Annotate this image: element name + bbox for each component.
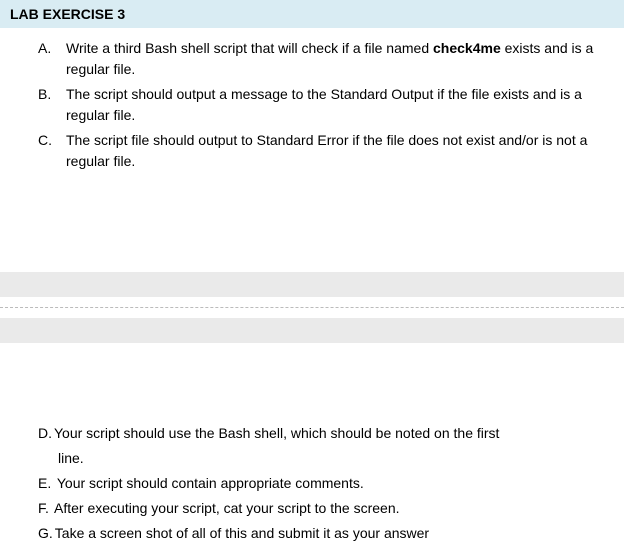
list-text: Write a third Bash shell script that wil… <box>66 40 433 56</box>
list-text: The script file should output to Standar… <box>66 132 587 169</box>
list-item: F. After executing your script, cat your… <box>38 498 604 519</box>
list-text: After executing your script, cat your sc… <box>51 500 400 516</box>
list-marker: D. <box>38 425 54 441</box>
gray-band <box>0 272 624 297</box>
list-item: G.Take a screen shot of all of this and … <box>38 523 604 544</box>
list-marker: A. <box>38 38 51 59</box>
exercise-list-bottom: D.Your script should use the Bash shell,… <box>0 413 624 544</box>
list-text: The script should output a message to th… <box>66 86 582 123</box>
lab-exercise-header: LAB EXERCISE 3 <box>0 0 624 28</box>
list-marker: F. <box>38 500 51 516</box>
list-text: Take a screen shot of all of this and su… <box>55 525 429 541</box>
divider-section <box>0 272 624 343</box>
list-marker: G. <box>38 525 55 541</box>
list-text: Your script should contain appropriate c… <box>53 475 364 491</box>
list-item: D.Your script should use the Bash shell,… <box>38 423 604 444</box>
list-text: Your script should use the Bash shell, w… <box>54 425 499 441</box>
list-item: A. Write a third Bash shell script that … <box>66 38 604 80</box>
bold-text: check4me <box>433 40 501 56</box>
spacer <box>0 343 624 413</box>
list-item-continuation: line. <box>38 448 604 469</box>
list-item: B. The script should output a message to… <box>66 84 604 126</box>
gray-band <box>0 318 624 343</box>
list-marker: C. <box>38 130 52 151</box>
list-marker: B. <box>38 84 51 105</box>
dashed-divider <box>0 307 624 308</box>
exercise-list-top: A. Write a third Bash shell script that … <box>0 28 624 172</box>
list-item: C. The script file should output to Stan… <box>66 130 604 172</box>
list-marker: E. <box>38 475 53 491</box>
list-text: line. <box>58 450 84 466</box>
list-item: E. Your script should contain appropriat… <box>38 473 604 494</box>
